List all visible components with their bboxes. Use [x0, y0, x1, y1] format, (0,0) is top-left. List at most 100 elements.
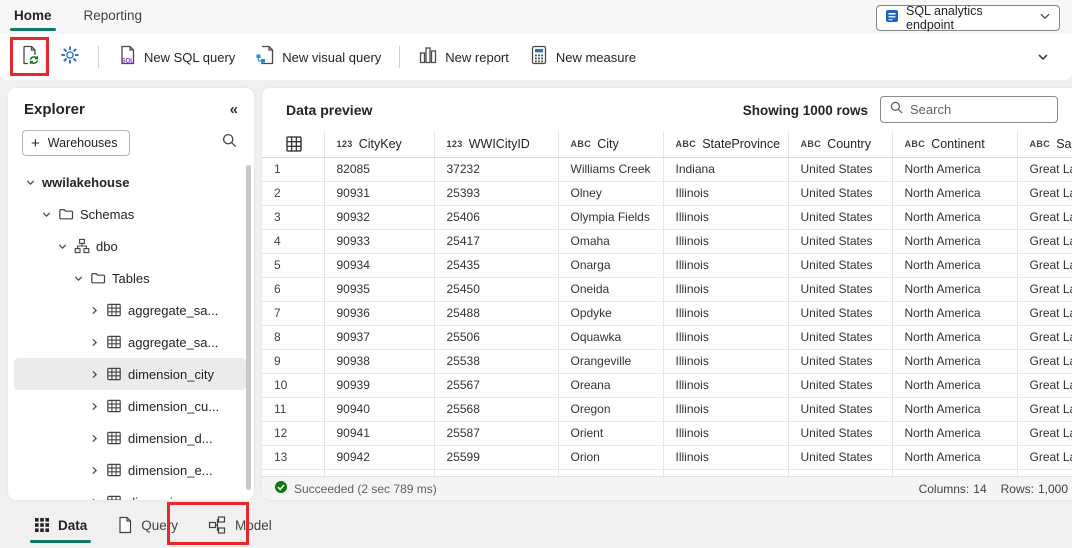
data-cell[interactable]: North America — [891, 157, 1018, 182]
data-cell[interactable]: North America — [891, 421, 1018, 446]
row-number-cell[interactable]: 9 — [262, 349, 325, 374]
data-cell[interactable]: United States — [787, 325, 893, 350]
tree-item-dimension-d[interactable]: dimension_d... — [8, 422, 246, 454]
data-cell[interactable]: Olympia Fields — [557, 205, 664, 230]
chevron-down-icon[interactable] — [24, 176, 36, 188]
data-cell[interactable]: 90939 — [323, 373, 435, 398]
data-cell[interactable]: 25406 — [433, 205, 559, 230]
column-header-city[interactable]: ABC City — [557, 131, 664, 158]
data-cell[interactable]: 90932 — [323, 205, 435, 230]
data-cell[interactable]: Oneida — [557, 277, 664, 302]
chevron-right-icon[interactable] — [88, 400, 100, 412]
row-number-cell[interactable]: 11 — [262, 397, 325, 422]
chevron-right-icon[interactable] — [88, 464, 100, 476]
data-cell[interactable]: North America — [891, 277, 1018, 302]
data-cell[interactable]: 25587 — [433, 421, 559, 446]
data-cell[interactable]: 90937 — [323, 325, 435, 350]
tree-item-dimension[interactable]: dimension_... — [8, 486, 246, 500]
row-number-cell[interactable]: 6 — [262, 277, 325, 302]
bottom-tab-data[interactable]: Data — [28, 506, 93, 544]
data-cell[interactable]: 90936 — [323, 301, 435, 326]
data-cell[interactable]: Illinois — [662, 373, 789, 398]
data-cell[interactable]: Great La — [1016, 205, 1072, 230]
row-number-cell[interactable]: 5 — [262, 253, 325, 278]
tree-item-dimension-cu[interactable]: dimension_cu... — [8, 390, 246, 422]
data-cell[interactable]: Orangeville — [557, 349, 664, 374]
data-cell[interactable]: 25488 — [433, 301, 559, 326]
data-cell[interactable]: Great La — [1016, 229, 1072, 254]
data-cell[interactable]: Oquawka — [557, 325, 664, 350]
data-cell[interactable]: United States — [787, 181, 893, 206]
search-box[interactable] — [880, 96, 1058, 123]
data-cell[interactable]: Great La — [1016, 157, 1072, 182]
data-cell[interactable]: 90933 — [323, 229, 435, 254]
data-cell[interactable]: United States — [787, 349, 893, 374]
row-number-cell[interactable]: 13 — [262, 445, 325, 470]
search-input[interactable] — [910, 102, 1049, 117]
collapse-pane-icon[interactable]: « — [230, 101, 238, 118]
data-cell[interactable]: Williams Creek — [557, 157, 664, 182]
column-header-sale[interactable]: ABC Sale — [1016, 131, 1072, 158]
data-cell[interactable]: United States — [787, 205, 893, 230]
data-cell[interactable]: Illinois — [662, 301, 789, 326]
chevron-right-icon[interactable] — [88, 336, 100, 348]
data-cell[interactable]: Great La — [1016, 421, 1072, 446]
data-cell[interactable]: Great La — [1016, 325, 1072, 350]
data-cell[interactable]: 90934 — [323, 253, 435, 278]
chevron-right-icon[interactable] — [88, 432, 100, 444]
chevron-down-icon[interactable] — [40, 208, 52, 220]
data-cell[interactable]: 90940 — [323, 397, 435, 422]
bottom-tab-model[interactable]: Model — [202, 506, 278, 544]
data-cell[interactable]: Orient — [557, 421, 664, 446]
column-header-wwicityid[interactable]: 123 WWICityID — [433, 131, 559, 158]
tree-item-aggregate-sa[interactable]: aggregate_sa... — [8, 294, 246, 326]
data-cell[interactable]: Oreana — [557, 373, 664, 398]
data-cell[interactable]: Great La — [1016, 373, 1072, 398]
settings-button[interactable] — [52, 39, 88, 76]
bottom-tab-query[interactable]: Query — [111, 506, 184, 544]
column-header-continent[interactable]: ABC Continent — [891, 131, 1018, 158]
data-cell[interactable]: United States — [787, 229, 893, 254]
data-cell[interactable]: 90931 — [323, 181, 435, 206]
add-warehouses-button[interactable]: + Warehouses — [22, 130, 131, 156]
data-cell[interactable]: Illinois — [662, 277, 789, 302]
data-cell[interactable]: United States — [787, 301, 893, 326]
data-cell[interactable]: Illinois — [662, 253, 789, 278]
data-cell[interactable]: United States — [787, 373, 893, 398]
data-cell[interactable]: 90938 — [323, 349, 435, 374]
data-cell[interactable]: 90935 — [323, 277, 435, 302]
data-cell[interactable]: 25450 — [433, 277, 559, 302]
data-cell[interactable]: 25506 — [433, 325, 559, 350]
chevron-right-icon[interactable] — [88, 368, 100, 380]
column-header-stateprovince[interactable]: ABC StateProvince — [662, 131, 789, 158]
data-cell[interactable]: Great La — [1016, 253, 1072, 278]
data-cell[interactable]: Illinois — [662, 325, 789, 350]
explorer-scrollbar[interactable] — [246, 165, 251, 490]
data-cell[interactable]: Great La — [1016, 349, 1072, 374]
chevron-right-icon[interactable] — [88, 496, 100, 500]
row-number-cell[interactable]: 7 — [262, 301, 325, 326]
data-cell[interactable]: North America — [891, 205, 1018, 230]
data-cell[interactable]: Olney — [557, 181, 664, 206]
new-report-button[interactable]: New report — [410, 39, 517, 76]
new-sql-query-button[interactable]: SQL New SQL query — [109, 39, 243, 76]
data-cell[interactable]: Onarga — [557, 253, 664, 278]
data-cell[interactable]: Illinois — [662, 349, 789, 374]
refresh-button[interactable] — [10, 38, 48, 77]
data-cell[interactable]: North America — [891, 397, 1018, 422]
row-number-cell[interactable]: 12 — [262, 421, 325, 446]
data-cell[interactable]: 90942 — [323, 445, 435, 470]
data-cell[interactable]: Illinois — [662, 229, 789, 254]
tree-item-wwilakehouse[interactable]: wwilakehouse — [8, 166, 246, 198]
data-cell[interactable]: 37232 — [433, 157, 559, 182]
tree-item-dimension-city[interactable]: dimension_city — [14, 358, 246, 390]
data-cell[interactable]: 90941 — [323, 421, 435, 446]
new-measure-button[interactable]: New measure — [521, 39, 644, 76]
data-cell[interactable]: Omaha — [557, 229, 664, 254]
data-cell[interactable]: United States — [787, 277, 893, 302]
tree-item-aggregate-sa[interactable]: aggregate_sa... — [8, 326, 246, 358]
chevron-down-icon[interactable] — [72, 272, 84, 284]
data-cell[interactable]: North America — [891, 373, 1018, 398]
tab-reporting[interactable]: Reporting — [82, 6, 145, 29]
column-header-citykey[interactable]: 123 CityKey — [323, 131, 435, 158]
